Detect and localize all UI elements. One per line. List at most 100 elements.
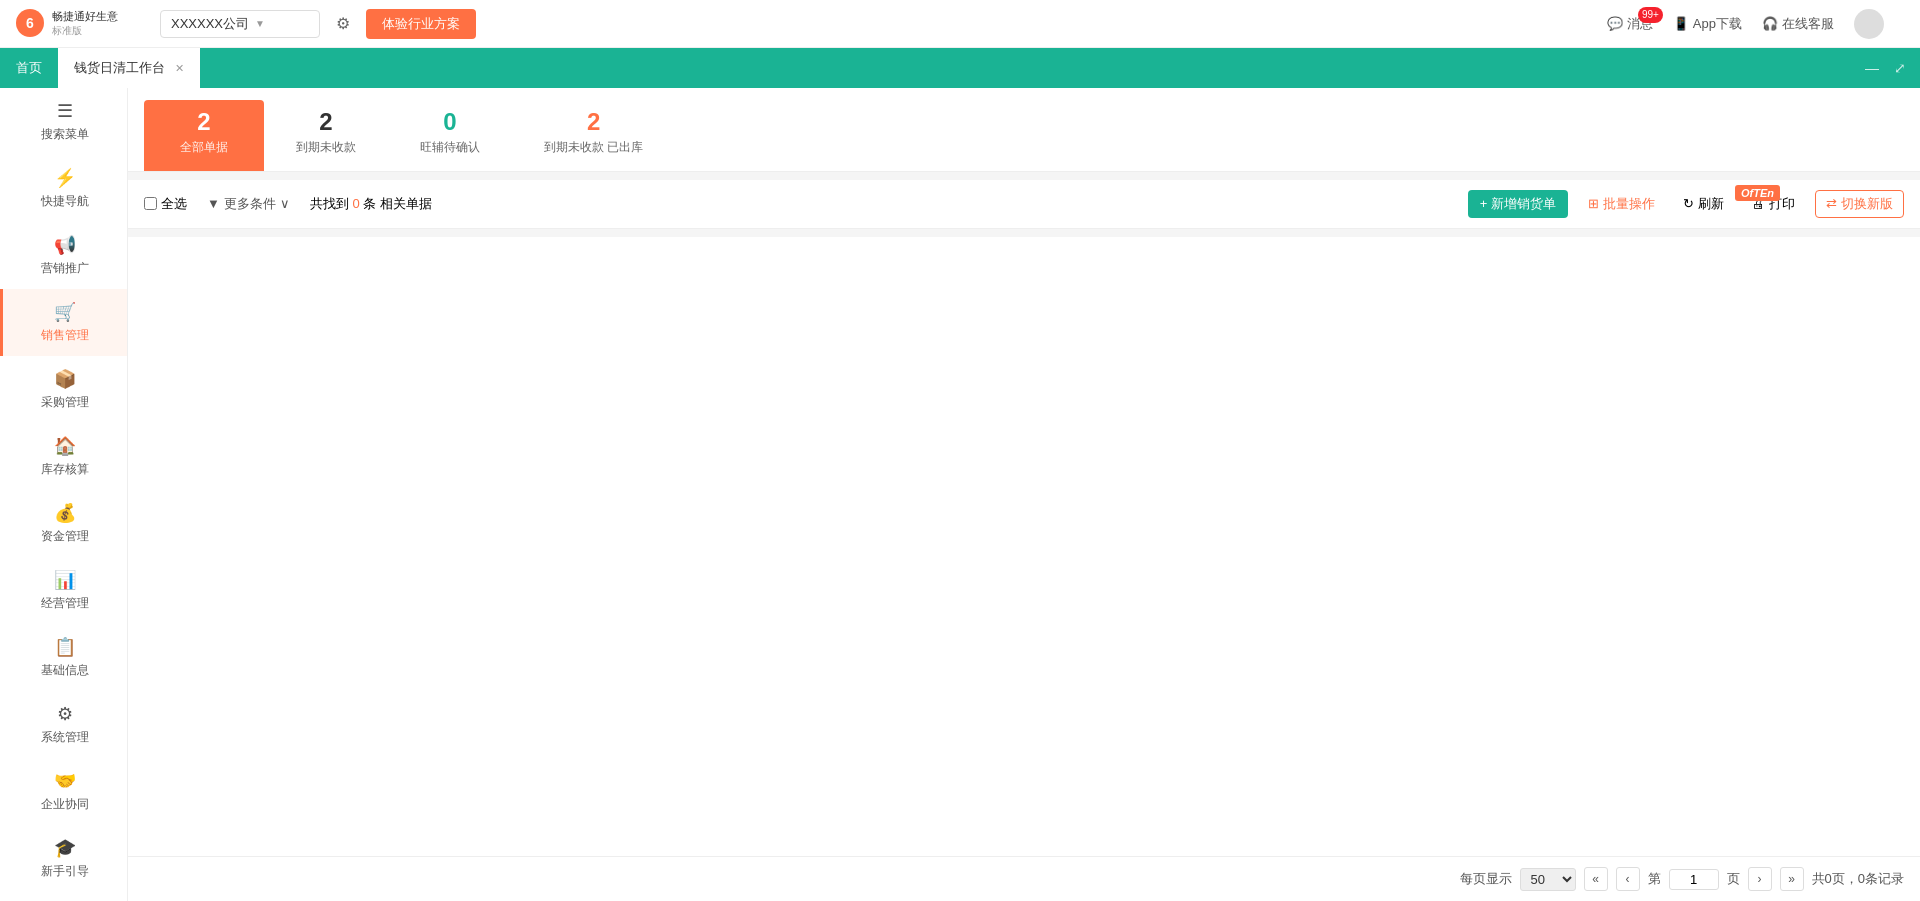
stat-label-overdue-shipped: 到期未收款 已出库 (544, 139, 643, 156)
gear-button[interactable]: ⚙ (328, 9, 358, 39)
sidebar-label-purchase: 采购管理 (41, 394, 89, 411)
quicknav-icon: ⚡ (54, 167, 76, 189)
stat-tab-all[interactable]: 2 全部单据 (144, 100, 264, 171)
sidebar-item-system[interactable]: ⚙ 系统管理 (0, 691, 127, 758)
refresh-icon: ↻ (1683, 196, 1694, 211)
sidebar-label-cooperation: 企业协同 (41, 796, 89, 813)
tab-bar: 首页 钱货日清工作台 ✕ — ⤢ (0, 48, 1920, 88)
tab-minimize-button[interactable]: — (1860, 56, 1884, 80)
filter-icon: ▼ (207, 196, 220, 211)
tab-home[interactable]: 首页 (0, 48, 58, 88)
app-download-action[interactable]: 📱 App下载 (1673, 15, 1742, 33)
refresh-label: 刷新 (1698, 195, 1724, 213)
top-header: 6 畅捷通好生意 标准版 XXXXXX公司 ▼ ⚙ 体验行业方案 💬 消息 99… (0, 0, 1920, 48)
purchase-icon: 📦 (54, 368, 76, 390)
sidebar-item-marketing[interactable]: 📢 营销推广 (0, 222, 127, 289)
often-badge: OfTEn (1735, 185, 1780, 201)
found-count: 0 (353, 196, 360, 211)
prev-page-button[interactable]: ‹ (1616, 867, 1640, 891)
found-unit: 条 (363, 196, 376, 211)
new-order-button[interactable]: + 新增销货单 (1468, 190, 1568, 218)
sidebar-item-purchase[interactable]: 📦 采购管理 (0, 356, 127, 423)
sidebar: ☰ 搜索菜单 ⚡ 快捷导航 📢 营销推广 🛒 销售管理 📦 采购管理 🏠 库存核… (0, 88, 128, 901)
avatar[interactable] (1854, 9, 1884, 39)
sidebar-item-sales[interactable]: 🛒 销售管理 (0, 289, 127, 356)
stats-tabs: 2 全部单据 2 到期未收款 0 旺辅待确认 2 到期未收款 已出库 (128, 88, 1920, 172)
found-prefix: 共找到 (310, 196, 349, 211)
stat-tab-wangpu[interactable]: 0 旺辅待确认 (388, 100, 512, 171)
basics-icon: 📋 (54, 636, 76, 658)
logo-main: 畅捷通好生意 (52, 9, 118, 23)
stat-num-all: 2 (197, 108, 210, 137)
system-icon: ⚙ (57, 703, 73, 725)
switch-icon: ⇄ (1826, 196, 1837, 211)
tab-workbench[interactable]: 钱货日清工作台 ✕ (58, 48, 200, 88)
tab-expand-button[interactable]: ⤢ (1888, 56, 1912, 80)
stat-num-overdue-shipped: 2 (587, 108, 600, 137)
more-filters-label: 更多条件 (224, 195, 276, 213)
search-menu-icon: ☰ (57, 100, 73, 122)
app-download-label: App下载 (1693, 15, 1742, 33)
sidebar-item-finance[interactable]: 💰 资金管理 (0, 490, 127, 557)
header-right: 💬 消息 99+ 📱 App下载 🎧 在线客服 (1607, 9, 1904, 39)
total-label: 共0页，0条记录 (1812, 870, 1904, 888)
select-all-checkbox[interactable]: 全选 (144, 195, 187, 213)
tab-bar-actions: — ⤢ (1860, 48, 1920, 88)
company-selector[interactable]: XXXXXX公司 ▼ (160, 10, 320, 38)
refresh-button[interactable]: ↻ 刷新 (1675, 191, 1732, 217)
messages-badge: 99+ (1638, 7, 1663, 23)
stat-tab-overdue-shipped[interactable]: 2 到期未收款 已出库 (512, 100, 675, 171)
sidebar-label-search: 搜索菜单 (41, 126, 89, 143)
select-all-label: 全选 (161, 195, 187, 213)
sidebar-item-appcenter[interactable]: 📱 应用中心 (0, 892, 127, 901)
trial-button[interactable]: 体验行业方案 (366, 9, 476, 39)
batch-op-label: 批量操作 (1603, 195, 1655, 213)
online-service-label: 在线客服 (1782, 15, 1834, 33)
select-all-input[interactable] (144, 197, 157, 210)
first-page-button[interactable]: « (1584, 867, 1608, 891)
sales-icon: 🛒 (54, 301, 76, 323)
content-area: 2 全部单据 2 到期未收款 0 旺辅待确认 2 到期未收款 已出库 全选 (128, 88, 1920, 901)
sidebar-item-quicknav[interactable]: ⚡ 快捷导航 (0, 155, 127, 222)
message-icon: 💬 (1607, 16, 1623, 31)
next-page-button[interactable]: › (1748, 867, 1772, 891)
current-page-input[interactable] (1669, 869, 1719, 890)
sidebar-label-quicknav: 快捷导航 (41, 193, 89, 210)
company-name: XXXXXX公司 (171, 15, 249, 33)
per-page-select[interactable]: 50 100 200 (1520, 868, 1576, 891)
sidebar-item-cooperation[interactable]: 🤝 企业协同 (0, 758, 127, 825)
batch-icon: ⊞ (1588, 196, 1599, 211)
switch-new-button[interactable]: ⇄ 切换新版 (1815, 190, 1904, 218)
sidebar-item-guide[interactable]: 🎓 新手引导 (0, 825, 127, 892)
sidebar-item-search[interactable]: ☰ 搜索菜单 (0, 88, 127, 155)
sidebar-label-finance: 资金管理 (41, 528, 89, 545)
stat-tab-overdue[interactable]: 2 到期未收款 (264, 100, 388, 171)
sidebar-label-basics: 基础信息 (41, 662, 89, 679)
stat-label-all: 全部单据 (180, 139, 228, 156)
stat-num-overdue: 2 (319, 108, 332, 137)
batch-op-button[interactable]: ⊞ 批量操作 (1580, 191, 1663, 217)
tab-home-label: 首页 (16, 59, 42, 77)
sidebar-item-operations[interactable]: 📊 经营管理 (0, 557, 127, 624)
last-page-button[interactable]: » (1780, 867, 1804, 891)
sidebar-item-basics[interactable]: 📋 基础信息 (0, 624, 127, 691)
logo-area: 6 畅捷通好生意 标准版 (16, 9, 144, 37)
sidebar-item-inventory[interactable]: 🏠 库存核算 (0, 423, 127, 490)
inventory-icon: 🏠 (54, 435, 76, 457)
tab-close-icon[interactable]: ✕ (175, 62, 184, 75)
switch-new-label: 切换新版 (1841, 195, 1893, 213)
cooperation-icon: 🤝 (54, 770, 76, 792)
chevron-down-icon: ▼ (255, 18, 265, 29)
messages-action[interactable]: 💬 消息 99+ (1607, 15, 1653, 33)
marketing-icon: 📢 (54, 234, 76, 256)
more-filters-button[interactable]: ▼ 更多条件 ∨ (199, 191, 298, 217)
page-suffix: 页 (1727, 870, 1740, 888)
sidebar-label-operations: 经营管理 (41, 595, 89, 612)
table-area (128, 237, 1920, 856)
chevron-icon: ∨ (280, 196, 290, 211)
sidebar-label-marketing: 营销推广 (41, 260, 89, 277)
sidebar-label-inventory: 库存核算 (41, 461, 89, 478)
online-service-action[interactable]: 🎧 在线客服 (1762, 15, 1834, 33)
sidebar-label-sales: 销售管理 (41, 327, 89, 344)
finance-icon: 💰 (54, 502, 76, 524)
